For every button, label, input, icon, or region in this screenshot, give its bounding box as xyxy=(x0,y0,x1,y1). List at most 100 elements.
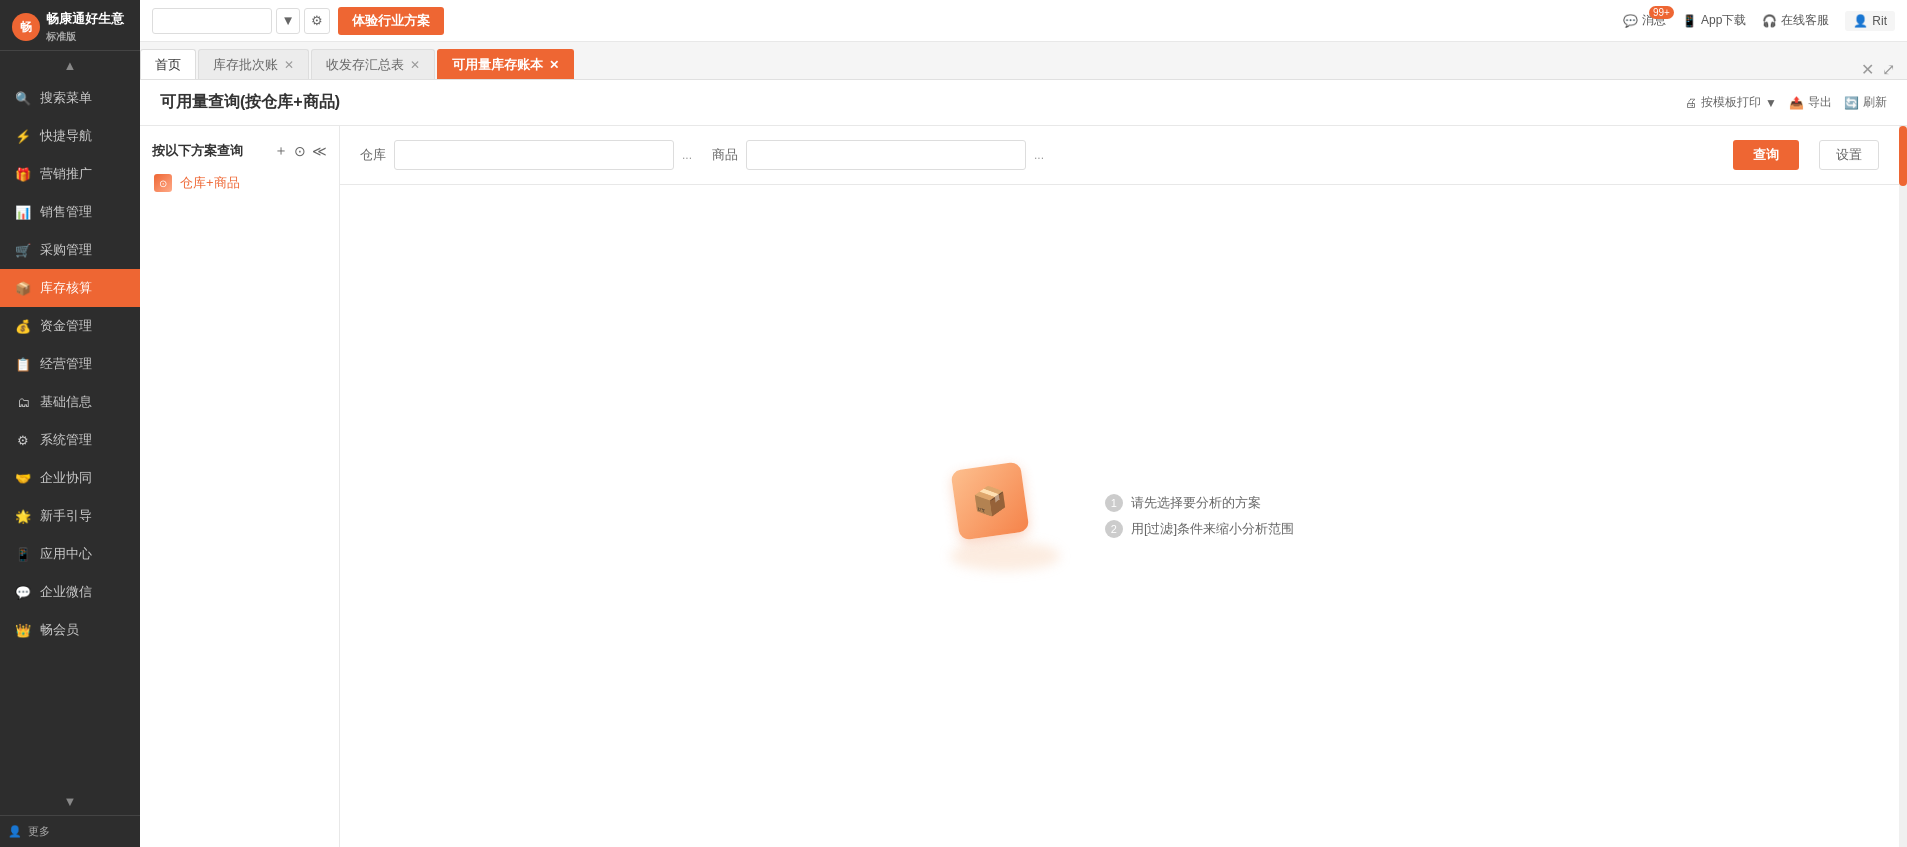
customer-service-label: 在线客服 xyxy=(1781,12,1829,29)
sidebar-label-basic: 基础信息 xyxy=(40,393,92,411)
tip-1-text: 请先选择要分析的方案 xyxy=(1131,494,1261,512)
query-filters: 仓库 ... 商品 ... 查询 设置 xyxy=(340,126,1899,185)
sidebar-label-purchase: 采购管理 xyxy=(40,241,92,259)
sidebar-brand: 畅 畅康通好生意 标准版 xyxy=(12,10,128,44)
sidebar-label-sales: 销售管理 xyxy=(40,203,92,221)
topbar-gear-btn[interactable]: ⚙ xyxy=(304,8,330,34)
sidebar-item-wechat[interactable]: 💬 企业微信 xyxy=(0,573,140,611)
sidebar-scroll-up[interactable]: ▲ xyxy=(0,51,140,79)
page-title: 可用量查询(按仓库+商品) xyxy=(160,92,340,113)
app-download-btn[interactable]: 📱 App下载 xyxy=(1682,12,1746,29)
customer-service-icon: 🎧 xyxy=(1762,14,1777,28)
sidebar-footer-icon: 👤 xyxy=(8,825,22,838)
product-filter-group: 商品 ... xyxy=(712,140,1044,170)
tab-available-ledger[interactable]: 可用量库存账本✕ xyxy=(437,49,574,79)
sidebar-label-guide: 新手引导 xyxy=(40,507,92,525)
print-btn[interactable]: 🖨 按模板打印 ▼ xyxy=(1685,94,1777,111)
page-header-actions: 🖨 按模板打印 ▼ 📤 导出 🔄 刷新 xyxy=(1685,94,1887,111)
sidebar-icon-appcenter: 📱 xyxy=(14,545,32,563)
print-label: 按模板打印 xyxy=(1701,94,1761,111)
settings-btn[interactable]: 设置 xyxy=(1819,140,1879,170)
sidebar-icon-inventory: 📦 xyxy=(14,279,32,297)
sidebar-nav: 🔍 搜索菜单 ⚡ 快捷导航 🎁 营销推广 📊 销售管理 🛒 采购管理 📦 库存核… xyxy=(0,79,140,787)
sidebar-item-operations[interactable]: 📋 经营管理 xyxy=(0,345,140,383)
sidebar-item-appcenter[interactable]: 📱 应用中心 xyxy=(0,535,140,573)
topbar-search-input[interactable] xyxy=(152,8,272,34)
warehouse-input[interactable] xyxy=(394,140,674,170)
customer-service-btn[interactable]: 🎧 在线客服 xyxy=(1762,12,1829,29)
sidebar-label-wechat: 企业微信 xyxy=(40,583,92,601)
tab-close-collect-summary[interactable]: ✕ xyxy=(410,58,420,72)
topbar-dropdown-btn[interactable]: ▼ xyxy=(276,8,300,34)
sidebar-icon-basic: 🗂 xyxy=(14,393,32,411)
sidebar-item-system[interactable]: ⚙ 系统管理 xyxy=(0,421,140,459)
content: 按以下方案查询 ＋ ⊙ ≪ ⊙ 仓库+商品 仓库 xyxy=(140,126,1907,847)
tab-batch-ledger[interactable]: 库存批次账✕ xyxy=(198,49,309,79)
sidebar-footer-label: 更多 xyxy=(28,824,50,839)
filter-add-btn[interactable]: ＋ xyxy=(274,142,288,160)
sidebar-icon-wechat: 💬 xyxy=(14,583,32,601)
product-more-btn[interactable]: ... xyxy=(1034,148,1044,162)
filter-header-label: 按以下方案查询 xyxy=(152,142,243,160)
tab-close-batch-ledger[interactable]: ✕ xyxy=(284,58,294,72)
filter-settings-btn[interactable]: ⊙ xyxy=(294,142,306,160)
trial-btn[interactable]: 体验行业方案 xyxy=(338,7,444,35)
product-input[interactable] xyxy=(746,140,1026,170)
maximize-window-btn[interactable]: ⤢ xyxy=(1882,60,1895,79)
sidebar-label-member: 畅会员 xyxy=(40,621,79,639)
brand-edition: 标准版 xyxy=(46,30,124,44)
sidebar-icon-enterprise: 🤝 xyxy=(14,469,32,487)
sidebar-item-purchase[interactable]: 🛒 采购管理 xyxy=(0,231,140,269)
export-btn[interactable]: 📤 导出 xyxy=(1789,94,1832,111)
close-window-btn[interactable]: ✕ xyxy=(1861,60,1874,79)
empty-tips: 1 请先选择要分析的方案 2 用[过滤]条件来缩小分析范围 xyxy=(1105,494,1294,538)
print-dropdown-icon: ▼ xyxy=(1765,96,1777,110)
sidebar-item-marketing[interactable]: 🎁 营销推广 xyxy=(0,155,140,193)
export-icon: 📤 xyxy=(1789,96,1804,110)
warehouse-filter-group: 仓库 ... xyxy=(360,140,692,170)
sidebar-item-guide[interactable]: 🌟 新手引导 xyxy=(0,497,140,535)
sidebar-item-inventory[interactable]: 📦 库存核算 xyxy=(0,269,140,307)
sidebar-item-shortcut[interactable]: ⚡ 快捷导航 xyxy=(0,117,140,155)
query-btn[interactable]: 查询 xyxy=(1733,140,1799,170)
product-label: 商品 xyxy=(712,146,738,164)
sidebar-item-finance[interactable]: 💰 资金管理 xyxy=(0,307,140,345)
print-icon: 🖨 xyxy=(1685,96,1697,110)
main: ▼ ⚙ 体验行业方案 💬 消息 99+ 📱 App下载 🎧 在线客服 xyxy=(140,0,1907,847)
sidebar: 畅 畅康通好生意 标准版 ▲ 🔍 搜索菜单 ⚡ 快捷导航 🎁 营销推广 📊 销售… xyxy=(0,0,140,847)
sidebar-icon-shortcut: ⚡ xyxy=(14,127,32,145)
sidebar-icon-marketing: 🎁 xyxy=(14,165,32,183)
sidebar-scroll-down[interactable]: ▼ xyxy=(0,787,140,815)
notification-btn[interactable]: 💬 消息 99+ xyxy=(1623,12,1666,29)
tab-collect-summary[interactable]: 收发存汇总表 ✕ xyxy=(311,49,435,79)
sidebar-item-basic[interactable]: 🗂 基础信息 xyxy=(0,383,140,421)
filter-item-warehouse-product[interactable]: ⊙ 仓库+商品 xyxy=(140,166,339,200)
sidebar-label-operations: 经营管理 xyxy=(40,355,92,373)
app-download-icon: 📱 xyxy=(1682,14,1697,28)
sidebar-label-system: 系统管理 xyxy=(40,431,92,449)
tab-label-home: 首页 xyxy=(155,56,181,74)
filter-header-actions: ＋ ⊙ ≪ xyxy=(274,142,327,160)
warehouse-more-btn[interactable]: ... xyxy=(682,148,692,162)
sidebar-label-marketing: 营销推广 xyxy=(40,165,92,183)
filter-collapse-btn[interactable]: ≪ xyxy=(312,142,327,160)
sidebar-label-shortcut: 快捷导航 xyxy=(40,127,92,145)
tab-home[interactable]: 首页 xyxy=(140,49,196,79)
sidebar-item-search[interactable]: 🔍 搜索菜单 xyxy=(0,79,140,117)
tab-close-available-ledger[interactable]: ✕ xyxy=(549,58,559,72)
tab-label-collect-summary: 收发存汇总表 xyxy=(326,56,404,74)
scrollbar-thumb xyxy=(1899,126,1907,186)
refresh-btn[interactable]: 🔄 刷新 xyxy=(1844,94,1887,111)
sidebar-item-sales[interactable]: 📊 销售管理 xyxy=(0,193,140,231)
filter-item-label: 仓库+商品 xyxy=(180,174,240,192)
sidebar-item-enterprise[interactable]: 🤝 企业协同 xyxy=(0,459,140,497)
window-btns: ✕ ⤢ xyxy=(1849,60,1907,79)
sidebar-icon-guide: 🌟 xyxy=(14,507,32,525)
sidebar-item-member[interactable]: 👑 畅会员 xyxy=(0,611,140,649)
sidebar-footer[interactable]: 👤 更多 xyxy=(0,815,140,847)
notification-badge: 99+ xyxy=(1649,6,1674,19)
user-menu-btn[interactable]: 👤 Rit xyxy=(1845,11,1895,31)
right-scrollbar[interactable] xyxy=(1899,126,1907,847)
filter-item-icon: ⊙ xyxy=(154,174,172,192)
sidebar-icon-purchase: 🛒 xyxy=(14,241,32,259)
